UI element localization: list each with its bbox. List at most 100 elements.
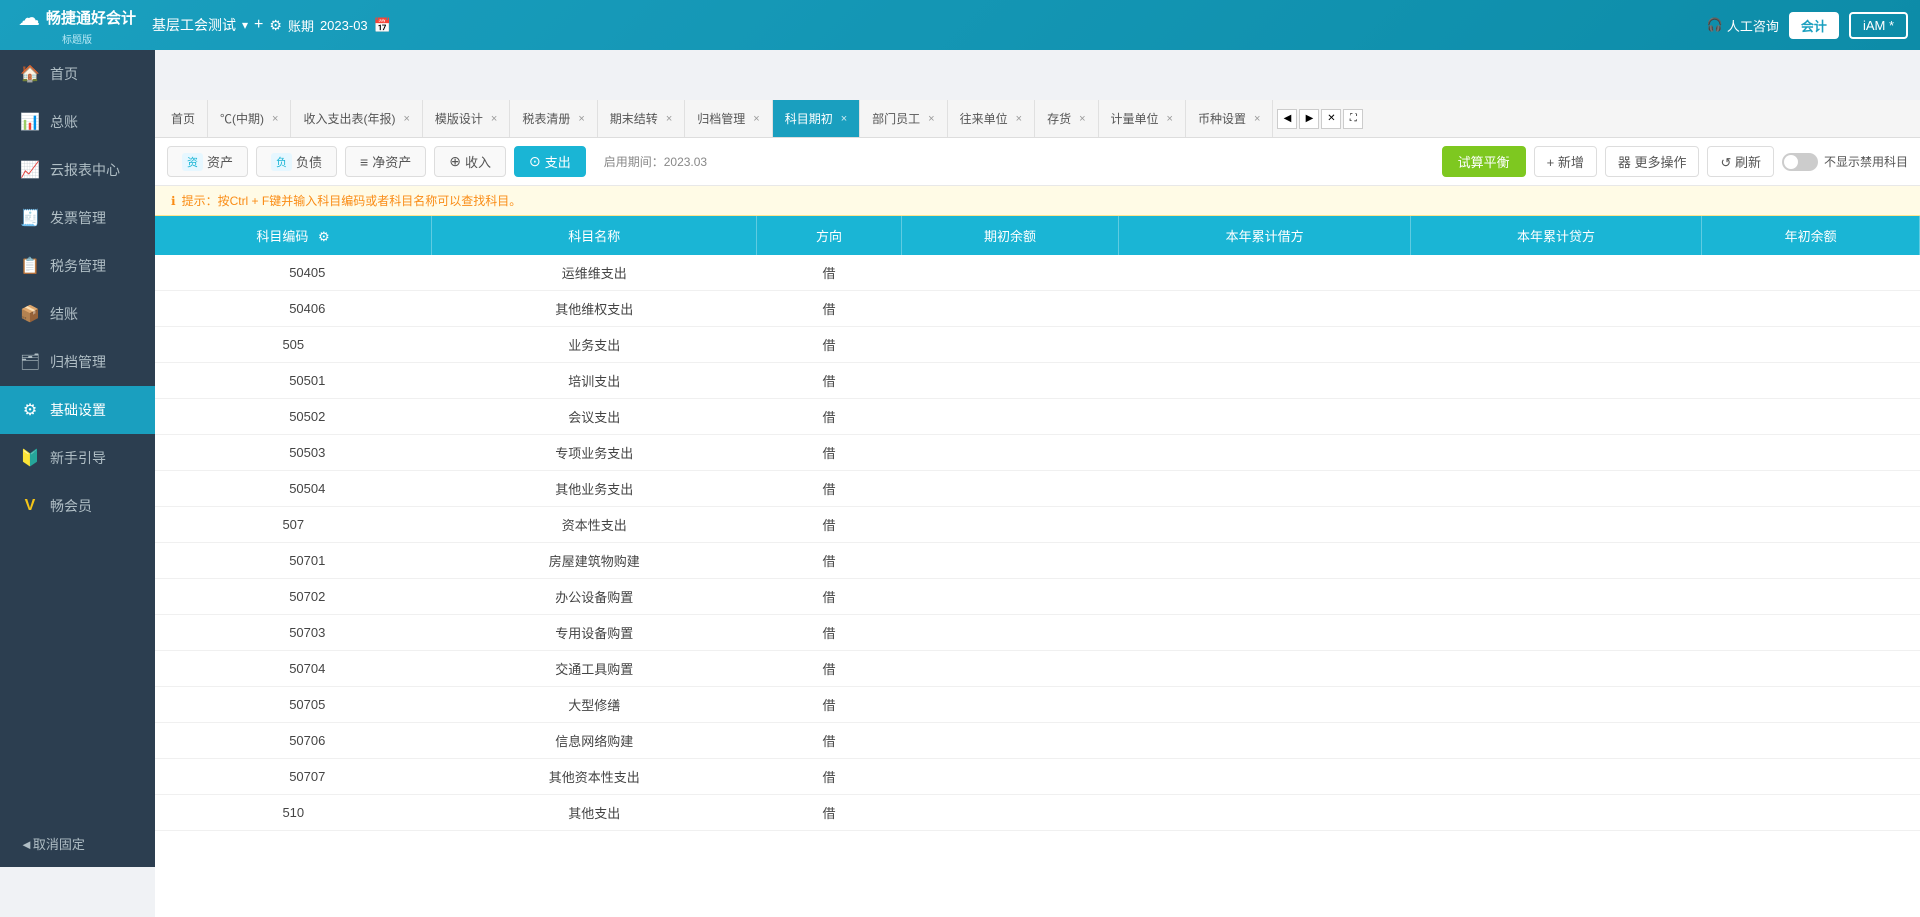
- tab-dept[interactable]: 部门员工 ×: [860, 100, 947, 138]
- balance-btn[interactable]: 试算平衡: [1442, 146, 1526, 177]
- sub-tab-liability[interactable]: 负 负债: [256, 146, 337, 177]
- cell-year-opening: [1702, 579, 1920, 615]
- income-icon: ⊕: [449, 153, 461, 170]
- tab-unit[interactable]: 计量单位 ×: [1099, 100, 1186, 138]
- tab-inventory[interactable]: 存货 ×: [1035, 100, 1098, 138]
- tab-period-end-close[interactable]: ×: [666, 113, 672, 125]
- table-row[interactable]: 505业务支出借: [155, 327, 1920, 363]
- tab-unit-close[interactable]: ×: [1167, 113, 1173, 125]
- tab-subject-init[interactable]: 科目期初 ×: [773, 100, 860, 138]
- cell-name: 会议支出: [432, 399, 757, 435]
- cell-opening: [901, 723, 1119, 759]
- table-row[interactable]: 50405运维维支出借: [155, 255, 1920, 291]
- toggle-switch[interactable]: [1782, 153, 1818, 171]
- tab-period-end[interactable]: 期末结转 ×: [598, 100, 685, 138]
- sidebar-item-settings[interactable]: ⚙ 基础设置: [0, 386, 155, 434]
- cell-code: 510: [155, 795, 432, 831]
- th-code: 科目编码 ⚙: [155, 216, 432, 255]
- cell-ytd-credit: [1410, 615, 1701, 651]
- cell-name: 专项业务支出: [432, 435, 757, 471]
- table-row[interactable]: 50504其他业务支出借: [155, 471, 1920, 507]
- sidebar-item-tax[interactable]: 📋 税务管理: [0, 242, 155, 290]
- table-row[interactable]: 50501培训支出借: [155, 363, 1920, 399]
- tab-next-btn[interactable]: ▶: [1299, 109, 1319, 129]
- table-row[interactable]: 50406其他维权支出借: [155, 291, 1920, 327]
- tab-counterparty[interactable]: 往来单位 ×: [948, 100, 1035, 138]
- tab-close-all-btn[interactable]: ✕: [1321, 109, 1341, 129]
- tab-prev-btn[interactable]: ◀: [1277, 109, 1297, 129]
- tab-currency[interactable]: 币种设置 ×: [1186, 100, 1273, 138]
- reports-icon: 📈: [20, 160, 40, 180]
- sub-tab-net-asset[interactable]: ≡ 净资产: [345, 146, 426, 177]
- tab-home[interactable]: 首页: [159, 100, 208, 138]
- sidebar-item-invoice[interactable]: 🧾 发票管理: [0, 194, 155, 242]
- cell-code: 50503: [155, 435, 432, 471]
- table-row[interactable]: 50503专项业务支出借: [155, 435, 1920, 471]
- tab-archive[interactable]: 归档管理 ×: [685, 100, 772, 138]
- settings-icon[interactable]: ⚙: [269, 17, 282, 34]
- tab-template[interactable]: 模版设计 ×: [423, 100, 510, 138]
- help-btn[interactable]: 🎧 人工咨询: [1707, 16, 1779, 35]
- tab-template-close[interactable]: ×: [491, 113, 497, 125]
- accountant-btn[interactable]: 会计: [1789, 12, 1839, 39]
- sidebar-item-reports[interactable]: 📈 云报表中心: [0, 146, 155, 194]
- settings-col-icon[interactable]: ⚙: [318, 229, 330, 244]
- table-row[interactable]: 50701房屋建筑物购建借: [155, 543, 1920, 579]
- cell-dir: 借: [757, 795, 901, 831]
- tab-period-close[interactable]: ×: [272, 113, 278, 125]
- tab-currency-label: 币种设置: [1198, 110, 1246, 127]
- tab-counterparty-close[interactable]: ×: [1016, 113, 1022, 125]
- tab-period-end-label: 期末结转: [610, 110, 658, 127]
- sidebar-item-ledger[interactable]: 📊 总账: [0, 98, 155, 146]
- table-row[interactable]: 510其他支出借: [155, 795, 1920, 831]
- tab-currency-close[interactable]: ×: [1254, 113, 1260, 125]
- tab-period[interactable]: ℃(中期) ×: [208, 100, 291, 138]
- sub-tab-income[interactable]: ⊕ 收入: [434, 146, 506, 177]
- table-container[interactable]: 科目编码 ⚙ 科目名称 方向 期初余额 本年累计借方 本年累计贷方 年初余额 5…: [155, 216, 1920, 917]
- dropdown-icon[interactable]: ▾: [242, 18, 248, 32]
- cell-code: 50504: [155, 471, 432, 507]
- tab-inventory-close[interactable]: ×: [1079, 113, 1085, 125]
- tab-subject-init-close[interactable]: ×: [841, 113, 847, 125]
- project-name[interactable]: 基层工会测试: [152, 15, 236, 35]
- refresh-btn[interactable]: ↺ 刷新: [1707, 146, 1774, 177]
- sidebar-item-archive[interactable]: 🗂 归档管理: [0, 338, 155, 386]
- sub-tab-expense[interactable]: ⊙ 支出: [514, 146, 586, 177]
- cell-year-opening: [1702, 327, 1920, 363]
- cell-code: 50705: [155, 687, 432, 723]
- tab-expand-btn[interactable]: ⛶: [1343, 109, 1363, 129]
- table-row[interactable]: 50705大型修缮借: [155, 687, 1920, 723]
- tab-archive-close[interactable]: ×: [753, 113, 759, 125]
- tab-income-year-close[interactable]: ×: [403, 113, 409, 125]
- table-row[interactable]: 50702办公设备购置借: [155, 579, 1920, 615]
- tab-tax-clear-close[interactable]: ×: [578, 113, 584, 125]
- cell-year-opening: [1702, 651, 1920, 687]
- sidebar-item-home[interactable]: 🏠 首页: [0, 50, 155, 98]
- table-row[interactable]: 50502会议支出借: [155, 399, 1920, 435]
- sidebar-item-guide[interactable]: 🔰 新手引导: [0, 434, 155, 482]
- add-project-btn[interactable]: +: [254, 16, 263, 34]
- add-btn[interactable]: + 新增: [1534, 146, 1597, 177]
- sidebar-collapse-btn[interactable]: ◄取消固定: [0, 820, 155, 867]
- sidebar-item-settlement[interactable]: 📦 结账: [0, 290, 155, 338]
- cell-opening: [901, 687, 1119, 723]
- sidebar-label-home: 首页: [50, 64, 78, 84]
- cell-code: 507: [155, 507, 432, 543]
- table-row[interactable]: 50706信息网络购建借: [155, 723, 1920, 759]
- table-row[interactable]: 507资本性支出借: [155, 507, 1920, 543]
- calendar-icon[interactable]: 📅: [374, 17, 391, 34]
- tab-dept-close[interactable]: ×: [928, 113, 934, 125]
- more-btn[interactable]: 器 更多操作: [1605, 146, 1700, 177]
- sub-tab-asset[interactable]: 资 资产: [167, 146, 248, 177]
- cell-opening: [901, 327, 1119, 363]
- tab-tax-clear[interactable]: 税表清册 ×: [510, 100, 597, 138]
- cell-ytd-debit: [1119, 507, 1410, 543]
- table-row[interactable]: 50704交通工具购置借: [155, 651, 1920, 687]
- tab-nav-buttons: ◀ ▶ ✕ ⛶: [1277, 109, 1363, 129]
- table-row[interactable]: 50707其他资本性支出借: [155, 759, 1920, 795]
- tab-income-year[interactable]: 收入支出表(年报) ×: [291, 100, 422, 138]
- sidebar-item-vip[interactable]: V 畅会员: [0, 482, 155, 530]
- table-row[interactable]: 50703专用设备购置借: [155, 615, 1920, 651]
- iam-btn[interactable]: iAM *: [1849, 12, 1908, 39]
- cell-name: 业务支出: [432, 327, 757, 363]
